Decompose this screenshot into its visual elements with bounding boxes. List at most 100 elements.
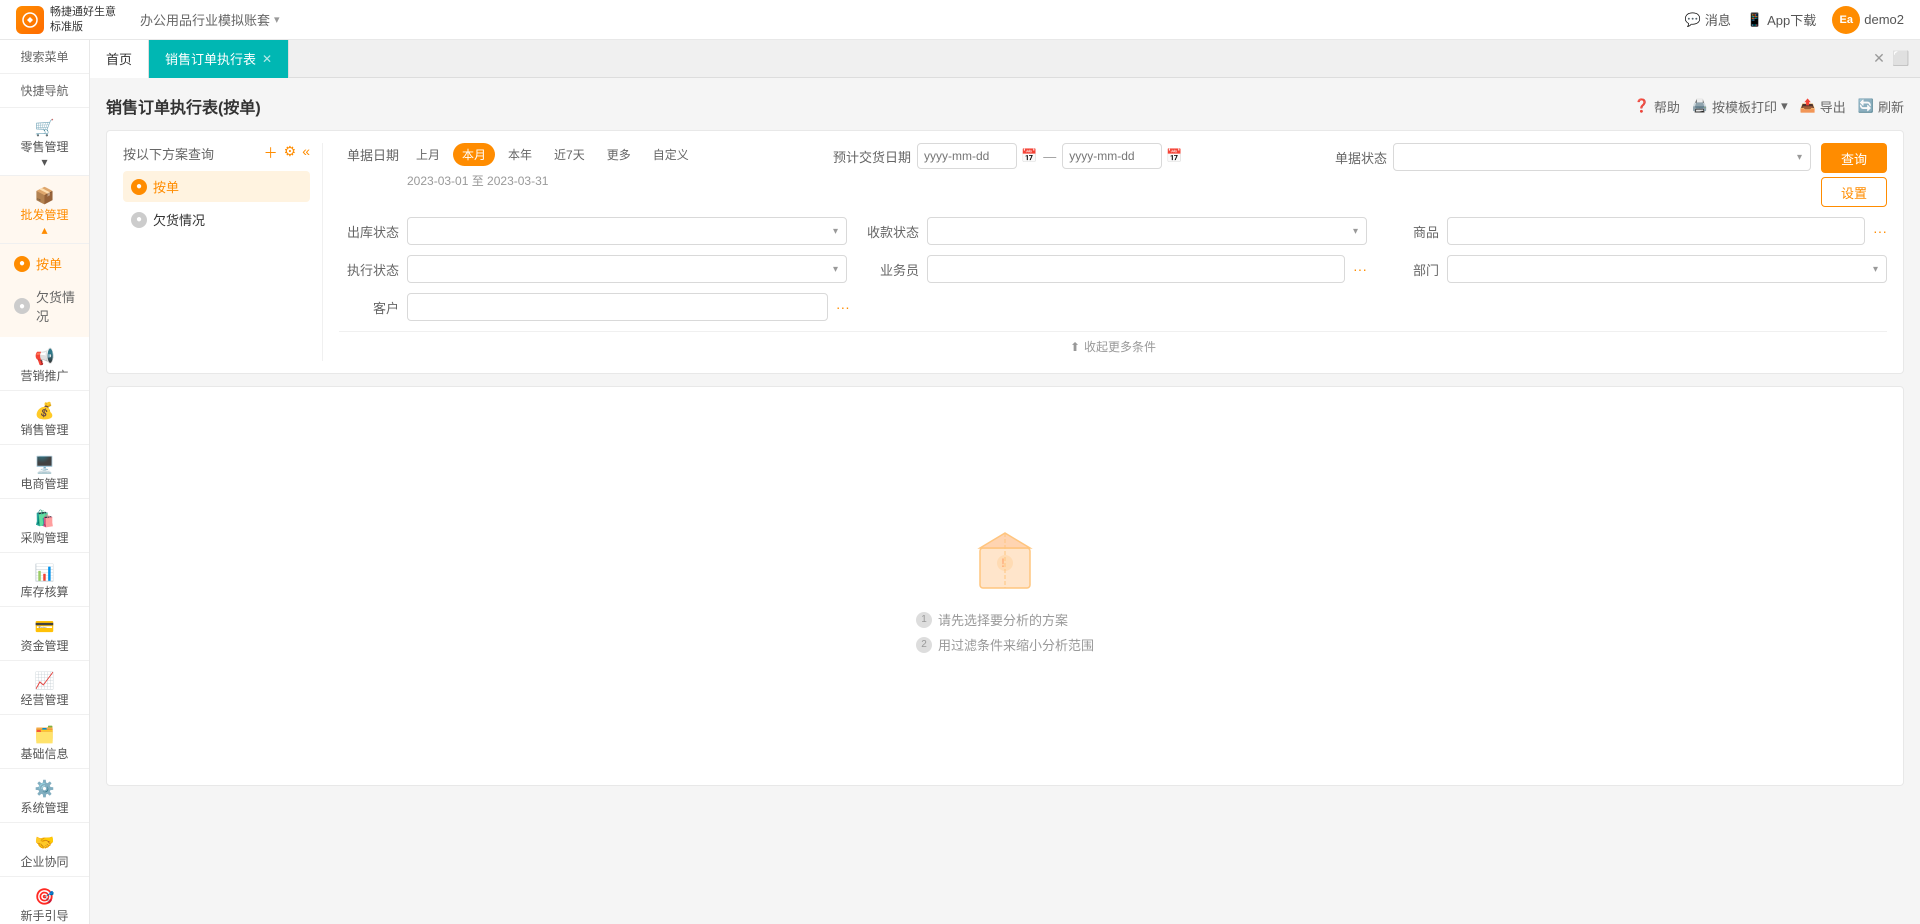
sidebar-item-enterprise[interactable]: 🤝 企业协同 (0, 823, 89, 877)
settings-scheme-icon[interactable]: ⚙ (284, 143, 297, 163)
settings-button[interactable]: 设置 (1821, 177, 1887, 207)
scheme-item-欠货情况[interactable]: ● 欠货情况 (123, 204, 310, 235)
date-chip-更多[interactable]: 更多 (598, 143, 640, 166)
product-more-icon[interactable]: ··· (1873, 223, 1887, 239)
product-input[interactable] (1447, 217, 1865, 245)
sidebar-item-ecommerce[interactable]: 🖥️ 电商管理 (0, 445, 89, 499)
date-label: 单据日期 (339, 145, 399, 164)
salesman-field: 业务员 ··· (859, 255, 1367, 283)
basic-icon: 🗂️ (35, 725, 55, 745)
close-tab-icon[interactable]: ✕ (262, 52, 272, 66)
message-button[interactable]: 💬 消息 (1685, 10, 1731, 29)
exec-status-label: 执行状态 (339, 260, 399, 279)
inactive-bullet-icon: ● (14, 298, 30, 314)
sidebar-subitem-按单[interactable]: ● 按单 (0, 248, 89, 281)
main-layout: 搜索菜单 快捷导航 🛒 零售管理 ▾ 📦 批发管理 ▴ ● 按单 ● 欠货情况 (0, 40, 1920, 924)
inventory-icon: 📊 (35, 563, 55, 583)
exec-status-select[interactable]: ▾ (407, 255, 847, 283)
sidebar-subitem-欠货情况[interactable]: ● 欠货情况 (0, 281, 89, 333)
refresh-button[interactable]: 🔄 刷新 (1858, 97, 1904, 116)
out-status-label: 出库状态 (339, 222, 399, 241)
date-chip-本月[interactable]: 本月 (453, 143, 495, 166)
payment-status-select[interactable]: ▾ (927, 217, 1367, 245)
newbie-icon: 🎯 (35, 887, 55, 907)
empty-hint-2: 2 用过滤条件来缩小分析范围 (916, 635, 1094, 654)
filter-row-4: 客户 ··· (339, 293, 1887, 321)
sidebar-item-marketing[interactable]: 📢 营销推广 (0, 337, 89, 391)
date-chip-近7天[interactable]: 近7天 (545, 143, 594, 166)
sidebar-item-basic[interactable]: 🗂️ 基础信息 (0, 715, 89, 769)
print-button[interactable]: 🖨️ 按模板打印 ▾ (1692, 97, 1788, 116)
purchase-icon: 🛍️ (35, 509, 55, 529)
add-scheme-icon[interactable]: ＋ (264, 143, 278, 163)
filter-section: 按以下方案查询 ＋ ⚙ « ● 按单 ● (123, 143, 1887, 361)
window-controls: ✕ ⬜ (1860, 52, 1920, 66)
doc-status-dropdown-icon: ▾ (1797, 152, 1802, 163)
close-window-icon[interactable]: ✕ (1872, 52, 1886, 66)
date-chip-上月[interactable]: 上月 (407, 143, 449, 166)
export-icon: 📤 (1800, 98, 1816, 114)
hint-number-1-icon: 1 (916, 612, 932, 628)
enterprise-icon: 🤝 (35, 833, 55, 853)
sidebar-item-purchase[interactable]: 🛍️ 采购管理 (0, 499, 89, 553)
logo-area[interactable]: 畅捷通好生意 标准版 (16, 5, 116, 34)
app-logo-icon (16, 6, 44, 34)
salesman-input[interactable] (927, 255, 1345, 283)
date-chip-自定义[interactable]: 自定义 (644, 143, 698, 166)
collapse-filters-button[interactable]: ⬆ 收起更多条件 (339, 331, 1887, 361)
retail-icon: 🛒 (35, 118, 55, 138)
tab-home[interactable]: 首页 (90, 40, 149, 78)
search-button[interactable]: 查询 (1821, 143, 1887, 173)
product-label: 商品 (1379, 222, 1439, 241)
tab-sales-order[interactable]: 销售订单执行表 ✕ (149, 40, 289, 78)
sidebar-search-menu[interactable]: 搜索菜单 (0, 40, 89, 74)
help-button[interactable]: ❓ 帮助 (1634, 97, 1680, 116)
avatar: Ea (1832, 6, 1860, 34)
collapse-scheme-icon[interactable]: « (302, 143, 310, 163)
dept-field: 部门 ▾ (1379, 255, 1887, 283)
expected-date-to: 📅 (1062, 143, 1182, 169)
sidebar-quick-nav[interactable]: 快捷导航 (0, 74, 89, 108)
sidebar-item-retail[interactable]: 🛒 零售管理 ▾ (0, 108, 89, 176)
customer-label: 客户 (339, 298, 399, 317)
expected-date-to-input[interactable] (1062, 143, 1162, 169)
sidebar-item-system[interactable]: ⚙️ 系统管理 (0, 769, 89, 823)
out-status-dropdown-icon: ▾ (833, 226, 838, 237)
logo-text: 畅捷通好生意 标准版 (50, 5, 116, 34)
sidebar-item-wholesale[interactable]: 📦 批发管理 ▴ (0, 176, 89, 244)
sidebar-item-inventory[interactable]: 📊 库存核算 (0, 553, 89, 607)
chevron-up-icon: ▴ (41, 223, 47, 237)
filter-row-3: 执行状态 ▾ 业务员 ··· (339, 255, 1887, 283)
marketing-icon: 📢 (35, 347, 55, 367)
breadcrumb[interactable]: 办公用品行业模拟账套 ▾ (140, 10, 280, 29)
salesman-more-icon[interactable]: ··· (1353, 261, 1367, 277)
sidebar-item-finance[interactable]: 💳 资金管理 (0, 607, 89, 661)
doc-status-select[interactable]: ▾ (1393, 143, 1811, 171)
out-status-select[interactable]: ▾ (407, 217, 847, 245)
out-status-field: 出库状态 ▾ (339, 217, 847, 245)
top-bar: 畅捷通好生意 标准版 办公用品行业模拟账套 ▾ 💬 消息 📱 App下载 Ea … (0, 0, 1920, 40)
app-download-button[interactable]: 📱 App下载 (1747, 10, 1816, 29)
scheme-bullet-active-icon: ● (131, 179, 147, 195)
sales-icon: 💰 (35, 401, 55, 421)
product-field: 商品 ··· (1379, 217, 1887, 245)
calendar-to-icon[interactable]: 📅 (1166, 148, 1182, 164)
user-profile-button[interactable]: Ea demo2 (1832, 6, 1904, 34)
sidebar-item-sales[interactable]: 💰 销售管理 (0, 391, 89, 445)
finance-icon: 💳 (35, 617, 55, 637)
sidebar: 搜索菜单 快捷导航 🛒 零售管理 ▾ 📦 批发管理 ▴ ● 按单 ● 欠货情况 (0, 40, 90, 924)
date-chip-本年[interactable]: 本年 (499, 143, 541, 166)
customer-more-icon[interactable]: ··· (836, 299, 850, 315)
export-button[interactable]: 📤 导出 (1800, 97, 1846, 116)
page-title: 销售订单执行表(按单) (106, 94, 261, 118)
sidebar-item-operation[interactable]: 📈 经营管理 (0, 661, 89, 715)
dept-select[interactable]: ▾ (1447, 255, 1887, 283)
customer-input[interactable] (407, 293, 828, 321)
calendar-from-icon[interactable]: 📅 (1021, 148, 1037, 164)
scheme-item-按单[interactable]: ● 按单 (123, 171, 310, 202)
maximize-window-icon[interactable]: ⬜ (1894, 52, 1908, 66)
breadcrumb-arrow-icon: ▾ (274, 13, 280, 26)
expected-date-from-input[interactable] (917, 143, 1017, 169)
sidebar-item-newbie[interactable]: 🎯 新手引导 (0, 877, 89, 924)
page-content: 销售订单执行表(按单) ❓ 帮助 🖨️ 按模板打印 ▾ 📤 导出 (90, 78, 1920, 924)
